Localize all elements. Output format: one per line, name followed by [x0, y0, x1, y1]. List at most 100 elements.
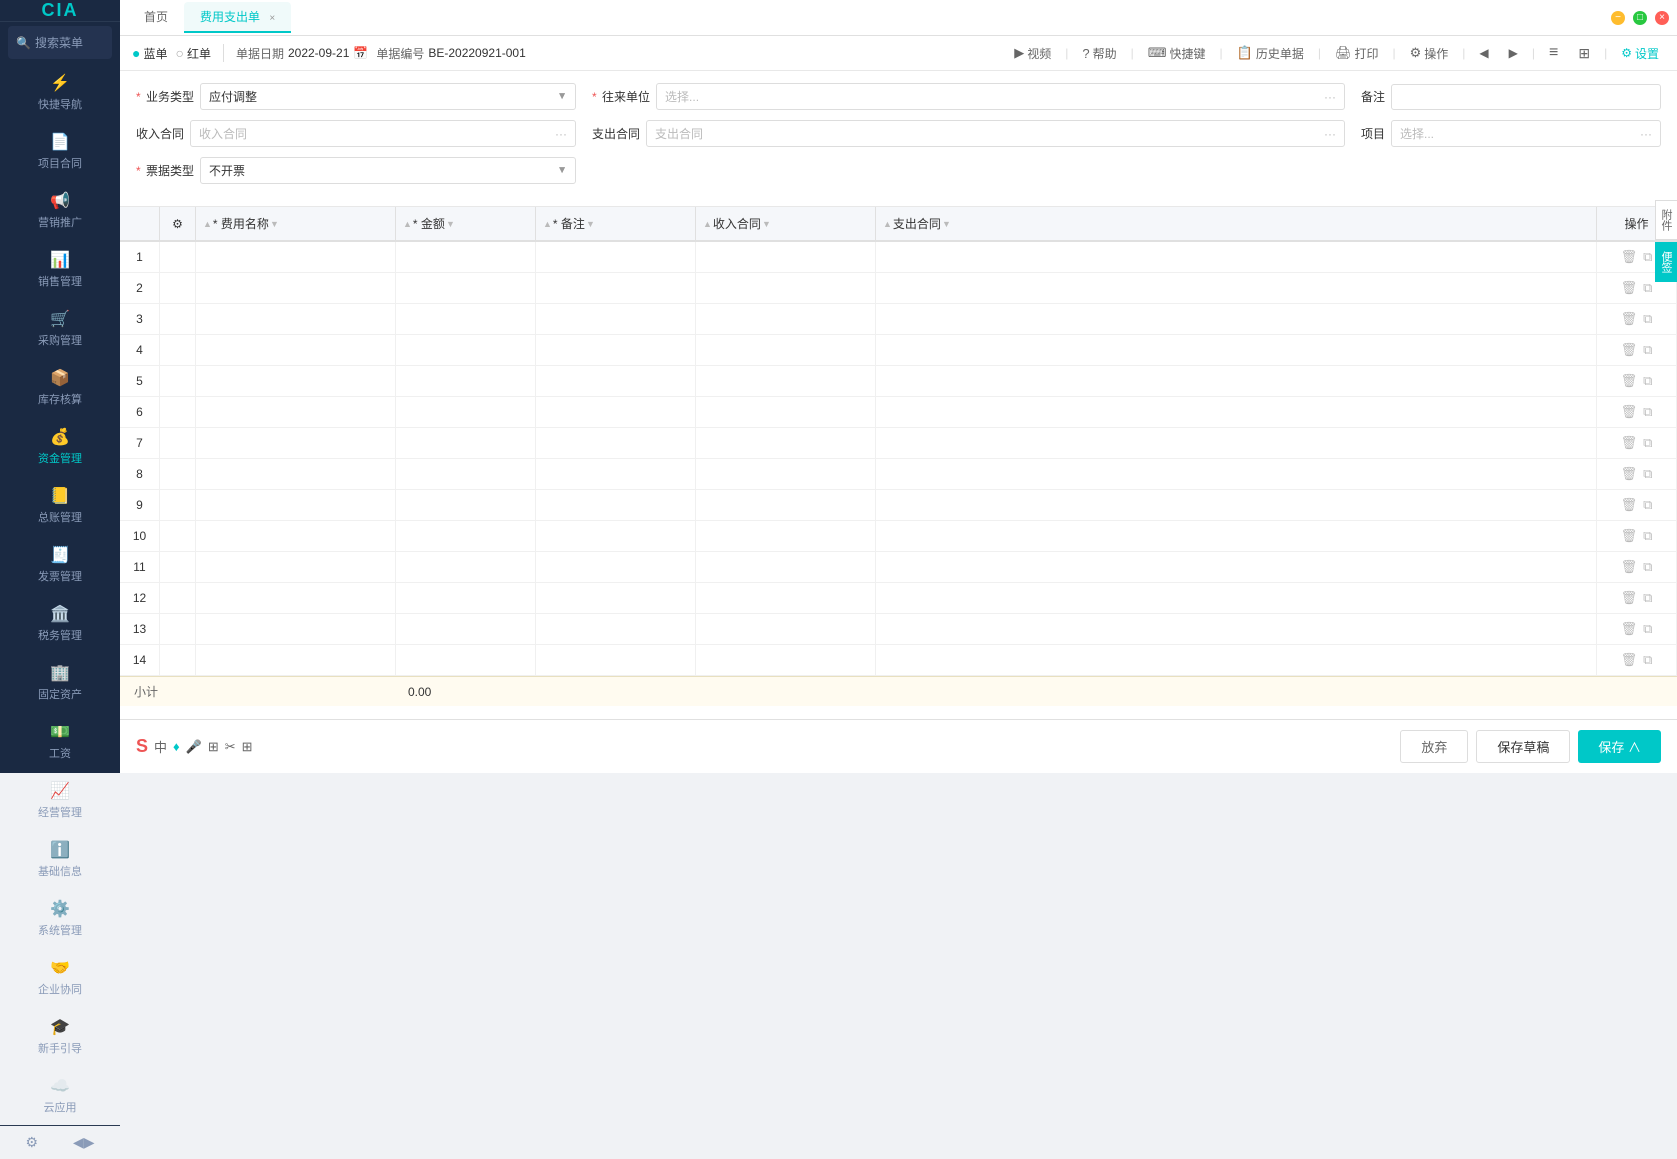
- col-income-header[interactable]: ▲ 收入合同 ▼: [696, 207, 876, 240]
- sidebar-item-enterprise[interactable]: 🤝 企业协同: [0, 948, 120, 1007]
- row-name-cell[interactable]: [196, 397, 396, 427]
- row-expense-cell[interactable]: [876, 645, 1597, 675]
- row-name-cell[interactable]: [196, 583, 396, 613]
- row-remark-cell[interactable]: [536, 552, 696, 582]
- row-expense-cell[interactable]: [876, 273, 1597, 303]
- delete-row-icon[interactable]: 🗑: [1621, 528, 1638, 544]
- copy-row-icon[interactable]: ⧉: [1643, 528, 1652, 544]
- row-name-cell[interactable]: [196, 366, 396, 396]
- col-remark-header[interactable]: ▲ * 备注 ▼: [536, 207, 696, 240]
- sidebar-item-marketing[interactable]: 📢 营销推广: [0, 181, 120, 240]
- tab-home[interactable]: 首页: [128, 2, 184, 33]
- sidebar-search-button[interactable]: 🔍 搜索菜单: [8, 26, 112, 59]
- nav-next-btn[interactable]: ▶: [1503, 44, 1524, 62]
- row-name-cell[interactable]: [196, 459, 396, 489]
- history-btn[interactable]: 📋 历史单据: [1231, 43, 1310, 64]
- sidebar-item-invoice[interactable]: 🧾 发票管理: [0, 535, 120, 594]
- row-expense-cell[interactable]: [876, 304, 1597, 334]
- row-amount-cell[interactable]: [396, 273, 536, 303]
- row-income-cell[interactable]: [696, 335, 876, 365]
- delete-row-icon[interactable]: 🗑: [1621, 466, 1638, 482]
- copy-row-icon[interactable]: ⧉: [1643, 590, 1652, 606]
- copy-row-icon[interactable]: ⧉: [1643, 497, 1652, 513]
- sidebar-item-operations[interactable]: 📈 经营管理: [0, 771, 120, 830]
- row-remark-cell[interactable]: [536, 521, 696, 551]
- row-expense-cell[interactable]: [876, 459, 1597, 489]
- row-income-cell[interactable]: [696, 273, 876, 303]
- row-amount-cell[interactable]: [396, 397, 536, 427]
- delete-row-icon[interactable]: 🗑: [1621, 621, 1638, 637]
- row-amount-cell[interactable]: [396, 304, 536, 334]
- discard-button[interactable]: 放弃: [1400, 730, 1468, 763]
- radio-red-label[interactable]: ○ 红单: [175, 45, 210, 62]
- row-income-cell[interactable]: [696, 490, 876, 520]
- row-remark-cell[interactable]: [536, 366, 696, 396]
- save-button[interactable]: 保存 ∧: [1578, 730, 1661, 763]
- copy-row-icon[interactable]: ⧉: [1643, 373, 1652, 389]
- row-remark-cell[interactable]: [536, 335, 696, 365]
- row-expense-cell[interactable]: [876, 335, 1597, 365]
- row-expense-cell[interactable]: [876, 552, 1597, 582]
- sidebar-item-fixed-assets[interactable]: 🏢 固定资产: [0, 653, 120, 712]
- row-income-cell[interactable]: [696, 366, 876, 396]
- note-panel-btn[interactable]: 便签: [1655, 242, 1677, 282]
- delete-row-icon[interactable]: 🗑: [1621, 559, 1638, 575]
- nav-prev-btn[interactable]: ◀: [1473, 44, 1494, 62]
- row-name-cell[interactable]: [196, 521, 396, 551]
- row-expense-cell[interactable]: [876, 490, 1597, 520]
- row-remark-cell[interactable]: [536, 273, 696, 303]
- tab-expense[interactable]: 费用支出单 ×: [184, 2, 291, 33]
- print-btn[interactable]: 🖨 打印: [1329, 43, 1385, 64]
- row-amount-cell[interactable]: [396, 428, 536, 458]
- settings-btn[interactable]: ⚙ 设置: [1615, 43, 1665, 64]
- view-grid-btn[interactable]: ⊞: [1572, 43, 1596, 64]
- row-income-cell[interactable]: [696, 583, 876, 613]
- row-remark-cell[interactable]: [536, 428, 696, 458]
- sidebar-item-sales[interactable]: 📊 销售管理: [0, 240, 120, 299]
- copy-row-icon[interactable]: ⧉: [1643, 311, 1652, 327]
- invoice-type-input[interactable]: 不开票 ▼: [200, 157, 576, 184]
- counterpart-input[interactable]: 选择... ···: [656, 83, 1345, 110]
- row-amount-cell[interactable]: [396, 583, 536, 613]
- help-btn[interactable]: ? 帮助: [1076, 43, 1122, 64]
- row-expense-cell[interactable]: [876, 521, 1597, 551]
- row-amount-cell[interactable]: [396, 242, 536, 272]
- row-income-cell[interactable]: [696, 614, 876, 644]
- row-remark-cell[interactable]: [536, 397, 696, 427]
- row-income-cell[interactable]: [696, 521, 876, 551]
- delete-row-icon[interactable]: 🗑: [1621, 435, 1638, 451]
- sidebar-item-quick-nav[interactable]: ⚡ 快捷导航: [0, 63, 120, 122]
- row-remark-cell[interactable]: [536, 304, 696, 334]
- row-amount-cell[interactable]: [396, 645, 536, 675]
- sidebar-item-capital[interactable]: 💰 资金管理: [0, 417, 120, 476]
- delete-row-icon[interactable]: 🗑: [1621, 342, 1638, 358]
- sidebar-item-system[interactable]: ⚙️ 系统管理: [0, 889, 120, 948]
- project-input[interactable]: 选择... ···: [1391, 120, 1661, 147]
- row-amount-cell[interactable]: [396, 366, 536, 396]
- row-expense-cell[interactable]: [876, 583, 1597, 613]
- row-amount-cell[interactable]: [396, 459, 536, 489]
- copy-row-icon[interactable]: ⧉: [1643, 466, 1652, 482]
- row-expense-cell[interactable]: [876, 614, 1597, 644]
- sidebar-item-purchase[interactable]: 🛒 采购管理: [0, 299, 120, 358]
- save-draft-button[interactable]: 保存草稿: [1476, 730, 1570, 763]
- row-name-cell[interactable]: [196, 428, 396, 458]
- row-name-cell[interactable]: [196, 242, 396, 272]
- row-name-cell[interactable]: [196, 304, 396, 334]
- calendar-icon[interactable]: 📅: [353, 46, 368, 60]
- shortcut-btn[interactable]: ⌨ 快捷键: [1142, 43, 1212, 64]
- video-btn[interactable]: ▶ 视频: [1008, 43, 1057, 64]
- col-expense-header[interactable]: ▲ 支出合同 ▼: [876, 207, 1597, 240]
- row-income-cell[interactable]: [696, 242, 876, 272]
- delete-row-icon[interactable]: 🗑: [1621, 249, 1638, 265]
- sidebar-item-base-info[interactable]: ℹ️ 基础信息: [0, 830, 120, 889]
- row-income-cell[interactable]: [696, 304, 876, 334]
- col-amount-header[interactable]: ▲ * 金额 ▼: [396, 207, 536, 240]
- row-name-cell[interactable]: [196, 273, 396, 303]
- copy-row-icon[interactable]: ⧉: [1643, 342, 1652, 358]
- sidebar-item-cloud[interactable]: ☁️ 云应用: [0, 1066, 120, 1125]
- row-name-cell[interactable]: [196, 490, 396, 520]
- copy-row-icon[interactable]: ⧉: [1643, 435, 1652, 451]
- row-amount-cell[interactable]: [396, 521, 536, 551]
- sidebar-item-inventory[interactable]: 📦 库存核算: [0, 358, 120, 417]
